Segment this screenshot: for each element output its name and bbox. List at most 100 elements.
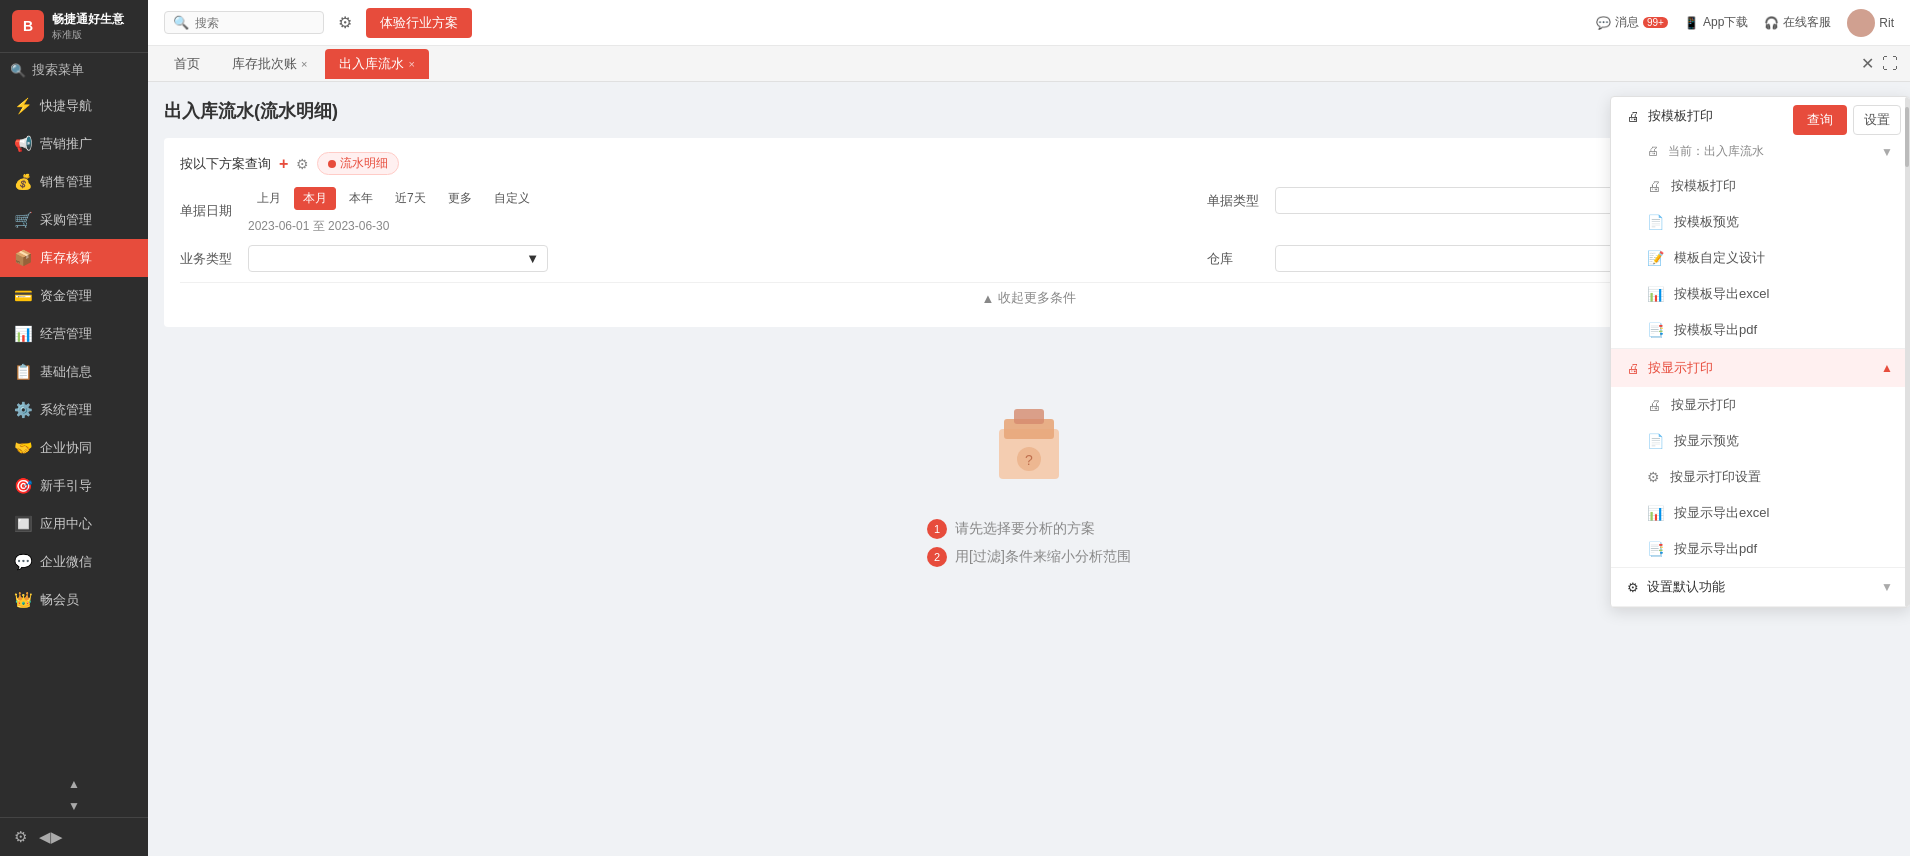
chevron-down-icon-2: ▼ (526, 251, 539, 266)
tab-close-batch-account[interactable]: × (301, 58, 307, 70)
empty-state-icon: ? (979, 399, 1079, 499)
sidebar-item-apps[interactable]: 🔲 应用中心 (0, 505, 148, 543)
dropdown-item-template-print[interactable]: 🖨 按模板打印 (1611, 168, 1909, 204)
sidebar-item-finance[interactable]: 💳 资金管理 (0, 277, 148, 315)
dropdown-current-label: 🖨 当前：出入库流水 ▼ (1611, 135, 1909, 168)
sidebar-item-sales[interactable]: 💰 销售管理 (0, 163, 148, 201)
sidebar-scroll-up: ▲ (0, 773, 148, 795)
sidebar-item-member[interactable]: 👑 畅会员 (0, 581, 148, 619)
dropdown-item-display-excel[interactable]: 📊 按显示导出excel (1611, 495, 1909, 531)
sidebar-search[interactable]: 🔍 搜索菜单 (0, 53, 148, 87)
sidebar-item-operations[interactable]: 📊 经营管理 (0, 315, 148, 353)
dropdown-item-template-custom[interactable]: 📝 模板自定义设计 (1611, 240, 1909, 276)
topbar-right: 💬 消息 99+ 📱 App下载 🎧 在线客服 Rit (1596, 9, 1894, 37)
sidebar-item-guide[interactable]: 🎯 新手引导 (0, 467, 148, 505)
filter-config-button[interactable]: ⚙ (296, 156, 309, 172)
sidebar-scroll-down[interactable]: ▼ (0, 795, 148, 817)
display-print-icon: 🖨 (1647, 397, 1661, 413)
filter-add-button[interactable]: + (279, 155, 288, 173)
filter-warehouse-label: 仓库 (1207, 250, 1267, 268)
dropdown-scrollbar-track (1905, 97, 1909, 607)
dropdown-item-template-preview[interactable]: 📄 按模板预览 (1611, 204, 1909, 240)
date-btn-more[interactable]: 更多 (439, 187, 481, 210)
topbar-search-input[interactable] (195, 16, 315, 30)
sales-icon: 💰 (14, 173, 32, 191)
sidebar-item-inventory[interactable]: 📦 库存核算 (0, 239, 148, 277)
sidebar-item-basic[interactable]: 📋 基础信息 (0, 353, 148, 391)
dropdown-section-display-print: 🖨 按显示打印 ▲ 🖨 按显示打印 📄 按显示预览 ⚙ 按显示打印设置 📊 按显… (1611, 349, 1909, 568)
message-icon: 💬 (1596, 16, 1611, 30)
sidebar-settings-icon[interactable]: ⚙ (14, 828, 27, 846)
app-logo-text: 畅捷通好生意 标准版 (52, 11, 124, 42)
dropdown-item-display-pdf[interactable]: 📑 按显示导出pdf (1611, 531, 1909, 567)
sidebar-item-marketing[interactable]: 📢 营销推广 (0, 125, 148, 163)
filter-tag: 流水明细 (317, 152, 399, 175)
tab-flow[interactable]: 出入库流水 × (325, 49, 428, 79)
filter-type-label: 单据类型 (1207, 192, 1267, 210)
template-preview-icon: 📄 (1647, 214, 1664, 230)
operations-icon: 📊 (14, 325, 32, 343)
date-btn-custom[interactable]: 自定义 (485, 187, 539, 210)
dropdown-panel: 🖨 按模板打印 ▼ 🖨 当前：出入库流水 ▼ 🖨 按模板打印 📄 按模板预览 📝… (1610, 96, 1910, 608)
svg-text:?: ? (1025, 452, 1033, 468)
filter-date-item: 单据日期 上月 本月 本年 近7天 更多 自定义 2023-06-01 至 20… (180, 187, 1187, 235)
filter-date-buttons: 上月 本月 本年 近7天 更多 自定义 (248, 187, 539, 210)
dropdown-item-display-settings[interactable]: ⚙ 按显示打印设置 (1611, 459, 1909, 495)
sidebar-bottom: ⚙ ◀▶ (0, 817, 148, 856)
industry-solution-button[interactable]: 体验行业方案 (366, 8, 472, 38)
window-close-button[interactable]: ✕ (1861, 54, 1874, 73)
template-pdf-icon: 📑 (1647, 322, 1664, 338)
user-profile[interactable]: Rit (1847, 9, 1894, 37)
sidebar-logo: B 畅捷通好生意 标准版 (0, 0, 148, 53)
sidebar: B 畅捷通好生意 标准版 🔍 搜索菜单 ⚡ 快捷导航 📢 营销推广 💰 销售管理… (0, 0, 148, 856)
dropdown-item-template-excel[interactable]: 📊 按模板导出excel (1611, 276, 1909, 312)
date-btn-7days[interactable]: 近7天 (386, 187, 435, 210)
sidebar-item-wechat[interactable]: 💬 企业微信 (0, 543, 148, 581)
sidebar-item-cooperation[interactable]: 🤝 企业协同 (0, 429, 148, 467)
filter-tag-dot (328, 160, 336, 168)
dropdown-display-print-header[interactable]: 🖨 按显示打印 ▲ (1611, 349, 1909, 387)
sidebar-item-system[interactable]: ⚙️ 系统管理 (0, 391, 148, 429)
topbar: 🔍 ⚙ 体验行业方案 💬 消息 99+ 📱 App下载 🎧 在线客服 Rit (148, 0, 1910, 46)
app-download-button[interactable]: 📱 App下载 (1684, 14, 1748, 31)
cooperation-icon: 🤝 (14, 439, 32, 457)
tab-close-flow[interactable]: × (408, 58, 414, 70)
filter-date-label: 单据日期 (180, 202, 240, 220)
tab-window-controls: ✕ ⛶ (1861, 54, 1898, 73)
finance-icon: 💳 (14, 287, 32, 305)
page-title: 出入库流水(流水明细) (164, 99, 338, 123)
settings-button[interactable]: 设置 (1853, 105, 1901, 135)
marketing-icon: 📢 (14, 135, 32, 153)
tab-batch-account[interactable]: 库存批次账 × (218, 49, 321, 79)
date-btn-this-year[interactable]: 本年 (340, 187, 382, 210)
filter-biz-type-item: 业务类型 ▼ (180, 245, 1187, 272)
wechat-icon: 💬 (14, 553, 32, 571)
filter-biz-type-select[interactable]: ▼ (248, 245, 548, 272)
topbar-search-box[interactable]: 🔍 (164, 11, 324, 34)
app-download-icon: 📱 (1684, 16, 1699, 30)
empty-step-2: 2 用[过滤]条件来缩小分析范围 (927, 547, 1131, 567)
sidebar-item-quick-nav[interactable]: ⚡ 快捷导航 (0, 87, 148, 125)
online-service-button[interactable]: 🎧 在线客服 (1764, 14, 1831, 31)
dropdown-item-display-preview[interactable]: 📄 按显示预览 (1611, 423, 1909, 459)
tab-home[interactable]: 首页 (160, 49, 214, 79)
dropdown-item-display-print[interactable]: 🖨 按显示打印 (1611, 387, 1909, 423)
current-icon: 🖨 (1647, 144, 1659, 158)
query-button[interactable]: 查询 (1793, 105, 1847, 135)
date-btn-last-month[interactable]: 上月 (248, 187, 290, 210)
window-maximize-button[interactable]: ⛶ (1882, 55, 1898, 73)
sidebar-nav: ⚡ 快捷导航 📢 营销推广 💰 销售管理 🛒 采购管理 📦 库存核算 💳 资金管… (0, 87, 148, 773)
inventory-icon: 📦 (14, 249, 32, 267)
topbar-gear-icon[interactable]: ⚙ (338, 13, 352, 32)
sidebar-item-purchase[interactable]: 🛒 采购管理 (0, 201, 148, 239)
sidebar-toggle-icon[interactable]: ◀▶ (39, 828, 63, 846)
dropdown-set-default-header[interactable]: ⚙ 设置默认功能 ▼ (1611, 568, 1909, 606)
chevron-up-display: ▲ (1881, 361, 1893, 375)
dropdown-item-template-pdf[interactable]: 📑 按模板导出pdf (1611, 312, 1909, 348)
svg-rect-2 (1014, 409, 1044, 424)
date-btn-this-month[interactable]: 本月 (294, 187, 336, 210)
message-button[interactable]: 💬 消息 99+ (1596, 14, 1668, 31)
avatar (1847, 9, 1875, 37)
topbar-search-icon: 🔍 (173, 15, 189, 30)
display-preview-icon: 📄 (1647, 433, 1664, 449)
